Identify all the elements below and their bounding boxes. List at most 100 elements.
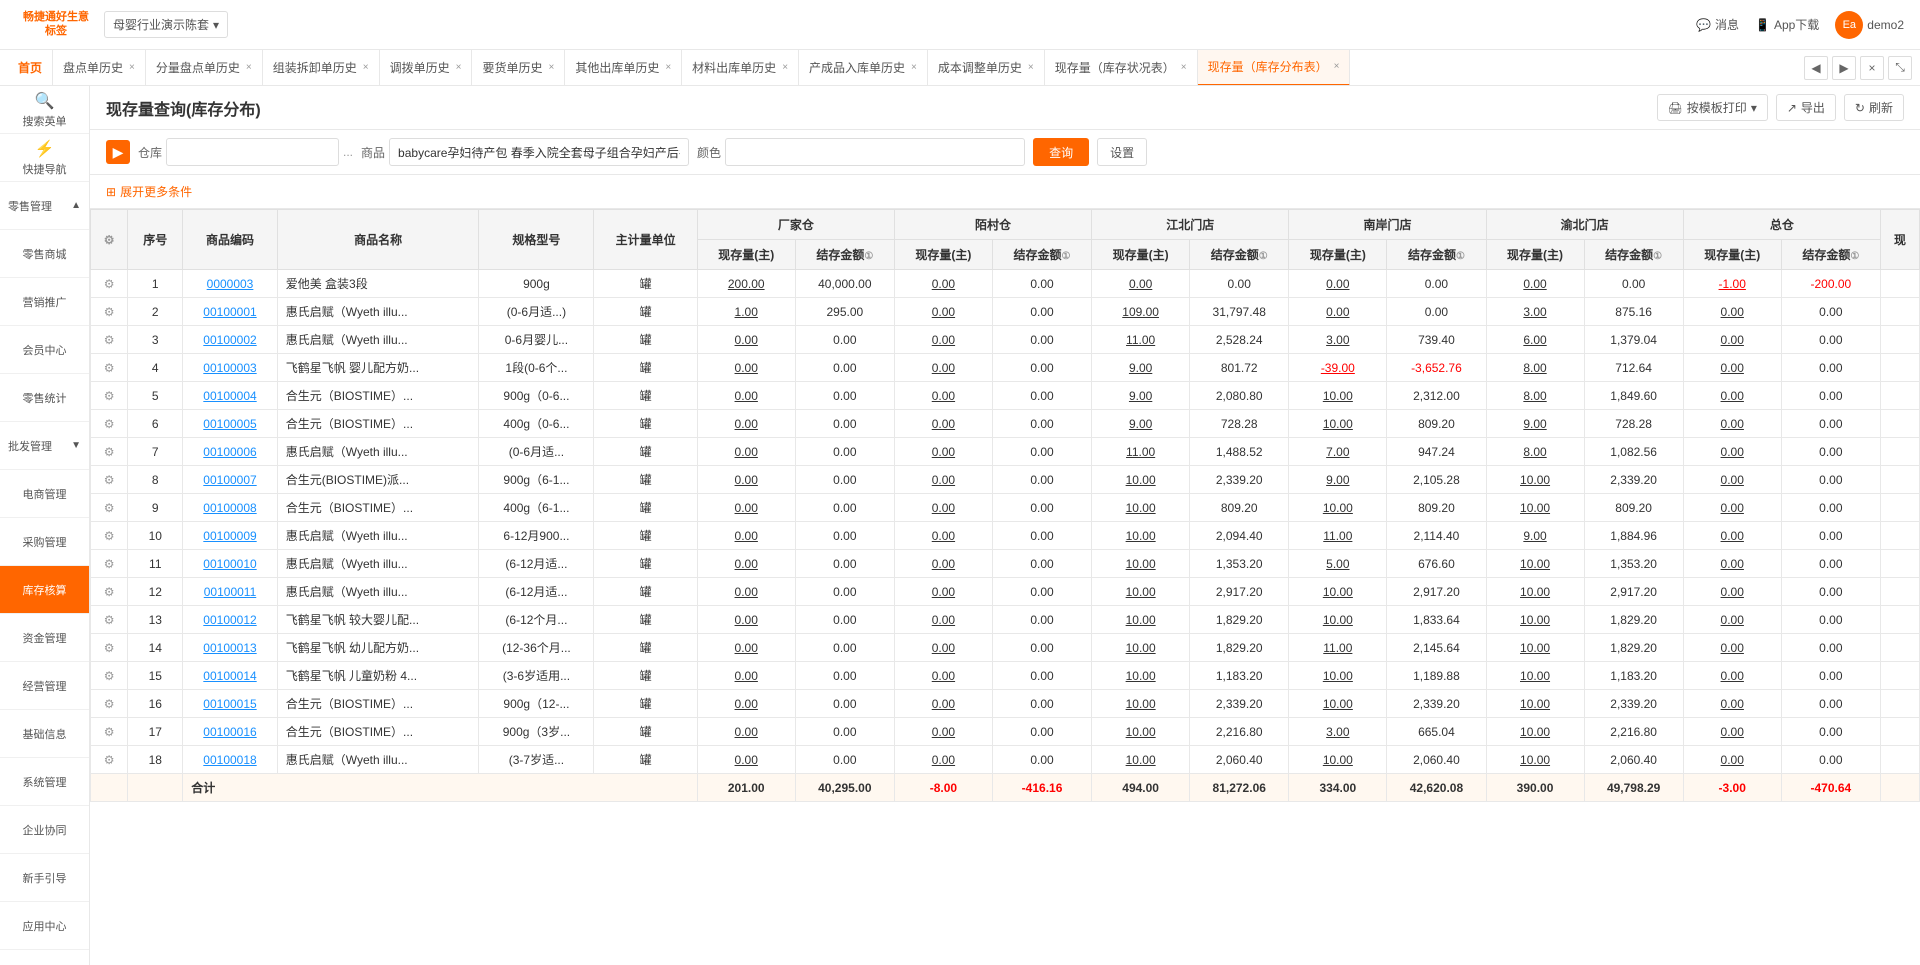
- row-code[interactable]: 00100009: [183, 522, 277, 550]
- gear-icon[interactable]: ⚙: [104, 389, 115, 403]
- tab-score-stock[interactable]: 分量盘点单历史 ×: [146, 50, 263, 86]
- row-zongcang-qty[interactable]: 0.00: [1683, 522, 1781, 550]
- row-gear[interactable]: ⚙: [91, 494, 128, 522]
- row-yubei-qty[interactable]: 10.00: [1486, 550, 1584, 578]
- sidebar-item-member[interactable]: 会员中心: [0, 326, 89, 374]
- sidebar-item-app-center[interactable]: 应用中心: [0, 902, 89, 950]
- row-jiangbei-qty[interactable]: 109.00: [1092, 298, 1190, 326]
- row-changjiaCun-qty[interactable]: 0.00: [697, 410, 795, 438]
- row-nanan-qty[interactable]: 3.00: [1289, 718, 1387, 746]
- app-download-btn[interactable]: 📱 App下载: [1755, 16, 1819, 33]
- close-icon[interactable]: ×: [1181, 62, 1187, 73]
- row-jiangbei-qty[interactable]: 10.00: [1092, 746, 1190, 774]
- sidebar-item-search[interactable]: 🔍 搜索英单: [0, 86, 89, 134]
- product-input[interactable]: [389, 138, 689, 166]
- row-yubei-qty[interactable]: 10.00: [1486, 634, 1584, 662]
- row-code[interactable]: 00100005: [183, 410, 277, 438]
- row-code[interactable]: 00100002: [183, 326, 277, 354]
- row-code[interactable]: 00100018: [183, 746, 277, 774]
- info-icon[interactable]: ①: [1259, 251, 1268, 262]
- tab-other-out[interactable]: 其他出库单历史 ×: [565, 50, 682, 86]
- row-gear[interactable]: ⚙: [91, 298, 128, 326]
- row-changjiaCun-qty[interactable]: 0.00: [697, 690, 795, 718]
- gear-icon[interactable]: ⚙: [104, 753, 115, 767]
- row-gear[interactable]: ⚙: [91, 746, 128, 774]
- row-mocun-qty[interactable]: 0.00: [894, 550, 992, 578]
- close-icon[interactable]: ×: [456, 62, 462, 73]
- tab-material-out[interactable]: 材料出库单历史 ×: [682, 50, 799, 86]
- sidebar-item-ecommerce[interactable]: 电商管理: [0, 470, 89, 518]
- row-jiangbei-qty[interactable]: 10.00: [1092, 690, 1190, 718]
- row-mocun-qty[interactable]: 0.00: [894, 746, 992, 774]
- row-jiangbei-qty[interactable]: 11.00: [1092, 326, 1190, 354]
- row-yubei-qty[interactable]: 3.00: [1486, 298, 1584, 326]
- row-jiangbei-qty[interactable]: 9.00: [1092, 410, 1190, 438]
- row-mocun-qty[interactable]: 0.00: [894, 354, 992, 382]
- row-yubei-qty[interactable]: 9.00: [1486, 410, 1584, 438]
- sidebar-item-marketing[interactable]: 营销推广: [0, 278, 89, 326]
- row-mocun-qty[interactable]: 0.00: [894, 634, 992, 662]
- row-nanan-qty[interactable]: 10.00: [1289, 578, 1387, 606]
- sidebar-item-retail-mgmt[interactable]: 零售管理 ▲: [0, 182, 89, 230]
- sidebar-item-purchase[interactable]: 采购管理: [0, 518, 89, 566]
- row-code[interactable]: 00100011: [183, 578, 277, 606]
- tab-stock-single[interactable]: 盘点单历史 ×: [53, 50, 146, 86]
- row-zongcang-qty[interactable]: 0.00: [1683, 746, 1781, 774]
- org-selector[interactable]: 母婴行业演示陈套 ▾: [104, 11, 228, 38]
- warehouse-dots[interactable]: ...: [343, 145, 353, 159]
- row-mocun-qty[interactable]: 0.00: [894, 662, 992, 690]
- row-nanan-qty[interactable]: 11.00: [1289, 634, 1387, 662]
- row-yubei-qty[interactable]: 10.00: [1486, 466, 1584, 494]
- gear-icon[interactable]: ⚙: [104, 529, 115, 543]
- close-icon[interactable]: ×: [1028, 62, 1034, 73]
- row-jiangbei-qty[interactable]: 10.00: [1092, 578, 1190, 606]
- row-nanan-qty[interactable]: 0.00: [1289, 270, 1387, 298]
- row-gear[interactable]: ⚙: [91, 690, 128, 718]
- row-gear[interactable]: ⚙: [91, 634, 128, 662]
- tab-stock-dist[interactable]: 现存量（库存分布表） ×: [1198, 50, 1351, 86]
- tab-expand-btn[interactable]: ⤡: [1888, 56, 1912, 80]
- row-gear[interactable]: ⚙: [91, 466, 128, 494]
- row-mocun-qty[interactable]: 0.00: [894, 522, 992, 550]
- gear-icon[interactable]: ⚙: [104, 417, 115, 431]
- row-nanan-qty[interactable]: 10.00: [1289, 382, 1387, 410]
- row-jiangbei-qty[interactable]: 10.00: [1092, 662, 1190, 690]
- gear-icon[interactable]: ⚙: [104, 697, 115, 711]
- row-mocun-qty[interactable]: 0.00: [894, 578, 992, 606]
- row-gear[interactable]: ⚙: [91, 718, 128, 746]
- row-mocun-qty[interactable]: 0.00: [894, 326, 992, 354]
- row-jiangbei-qty[interactable]: 10.00: [1092, 718, 1190, 746]
- tab-transfer[interactable]: 调拨单历史 ×: [380, 50, 473, 86]
- row-zongcang-qty[interactable]: 0.00: [1683, 298, 1781, 326]
- row-nanan-qty[interactable]: 10.00: [1289, 494, 1387, 522]
- row-changjiaCun-qty[interactable]: 0.00: [697, 662, 795, 690]
- row-zongcang-qty[interactable]: 0.00: [1683, 718, 1781, 746]
- row-nanan-qty[interactable]: 7.00: [1289, 438, 1387, 466]
- col-gear[interactable]: ⚙: [91, 210, 128, 270]
- sidebar-item-enterprise-collab[interactable]: 企业协同: [0, 806, 89, 854]
- row-gear[interactable]: ⚙: [91, 606, 128, 634]
- row-nanan-qty[interactable]: 9.00: [1289, 466, 1387, 494]
- row-mocun-qty[interactable]: 0.00: [894, 438, 992, 466]
- row-jiangbei-qty[interactable]: 10.00: [1092, 522, 1190, 550]
- gear-icon[interactable]: ⚙: [104, 641, 115, 655]
- user-area[interactable]: Ea demo2: [1835, 11, 1904, 39]
- row-nanan-qty[interactable]: 10.00: [1289, 746, 1387, 774]
- color-input[interactable]: [725, 138, 1025, 166]
- info-icon[interactable]: ①: [1850, 251, 1859, 262]
- info-icon[interactable]: ①: [1062, 251, 1071, 262]
- row-yubei-qty[interactable]: 0.00: [1486, 270, 1584, 298]
- row-jiangbei-qty[interactable]: 10.00: [1092, 494, 1190, 522]
- sidebar-item-system[interactable]: 系统管理: [0, 758, 89, 806]
- row-changjiaCun-qty[interactable]: 0.00: [697, 634, 795, 662]
- row-mocun-qty[interactable]: 0.00: [894, 718, 992, 746]
- gear-icon[interactable]: ⚙: [104, 501, 115, 515]
- sidebar-item-quick-nav[interactable]: ⚡ 快捷导航: [0, 134, 89, 182]
- info-icon[interactable]: ①: [864, 251, 873, 262]
- row-code[interactable]: 00100014: [183, 662, 277, 690]
- row-yubei-qty[interactable]: 9.00: [1486, 522, 1584, 550]
- gear-icon[interactable]: ⚙: [104, 445, 115, 459]
- row-mocun-qty[interactable]: 0.00: [894, 494, 992, 522]
- close-icon[interactable]: ×: [782, 62, 788, 73]
- row-nanan-qty[interactable]: 5.00: [1289, 550, 1387, 578]
